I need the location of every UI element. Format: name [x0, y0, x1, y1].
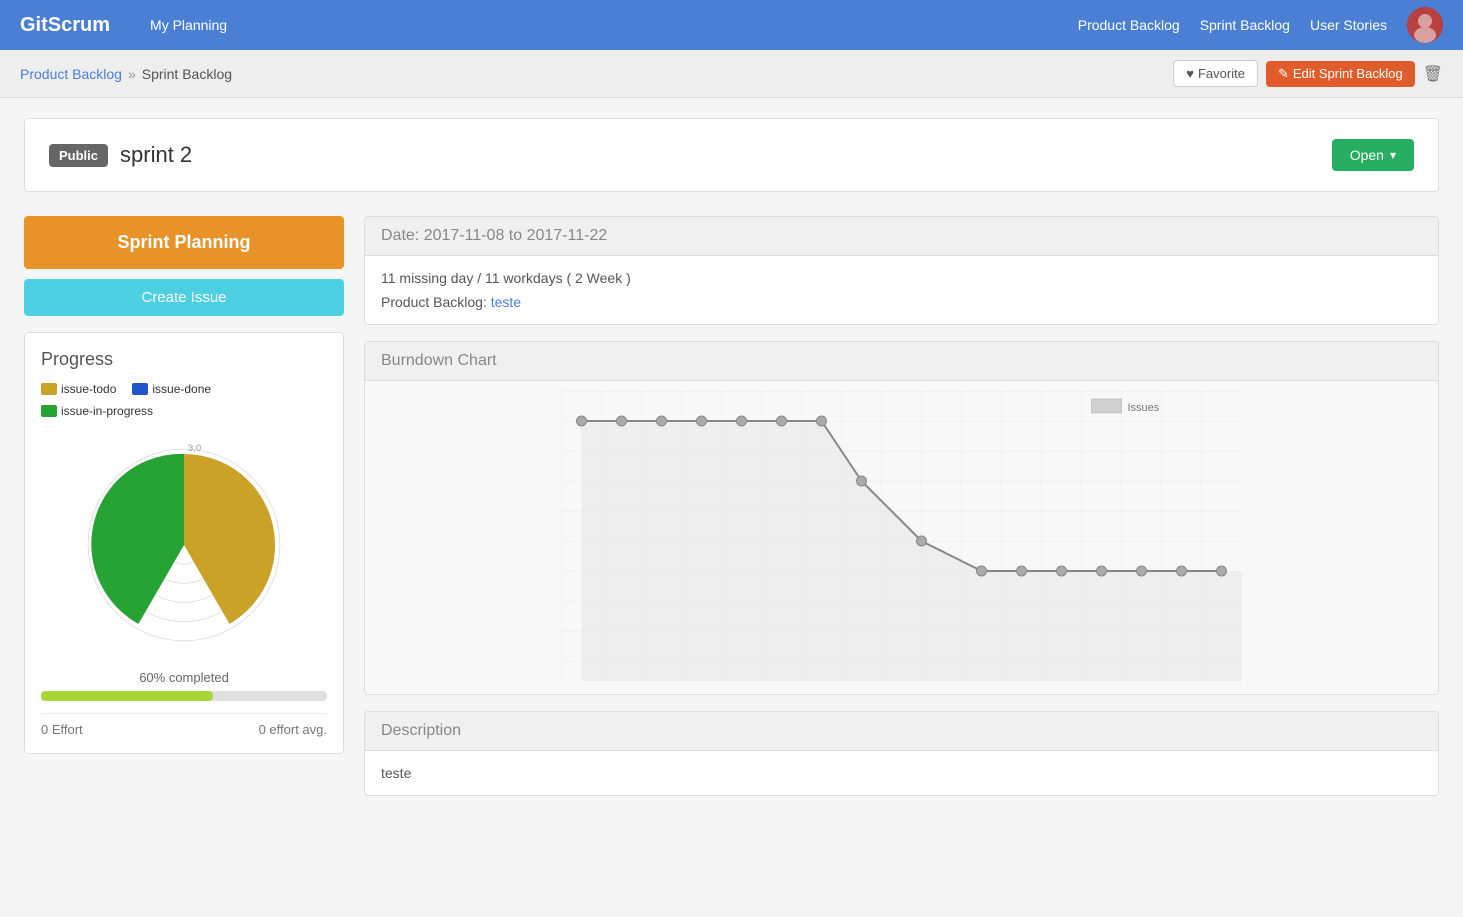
in-progress-color-dot [41, 405, 57, 417]
sprint-title: sprint 2 [120, 142, 192, 168]
open-label: Open [1350, 147, 1384, 163]
nav-product-backlog[interactable]: Product Backlog [1078, 17, 1180, 33]
description-body: teste [365, 751, 1438, 795]
nav-sprint-backlog[interactable]: Sprint Backlog [1200, 17, 1290, 33]
nav-my-planning[interactable]: My Planning [150, 17, 227, 33]
todo-color-dot [41, 383, 57, 395]
brand[interactable]: GitScrum [20, 14, 110, 37]
sprint-header-card: Public sprint 2 Open ▾ [24, 118, 1439, 192]
date-card-header: Date: 2017-11-08 to 2017-11-22 [365, 217, 1438, 256]
breadcrumb-bar: Product Backlog » Sprint Backlog ♥ Favor… [0, 50, 1463, 98]
effort-avg-label: 0 effort avg. [259, 722, 327, 737]
date-text: Date: 2017-11-08 to 2017-11-22 [381, 227, 607, 244]
backlog-label: Product Backlog: [381, 294, 487, 310]
backlog-row: Product Backlog: teste [381, 294, 1422, 310]
workdays-text: 11 missing day / 11 workdays ( 2 Week ) [381, 270, 1422, 286]
svg-text:Issues: Issues [1128, 402, 1160, 414]
pencil-icon: ✎ [1278, 66, 1289, 82]
progress-completed-text: 60% completed [41, 670, 327, 685]
legend-item-in-progress: issue-in-progress [41, 404, 153, 418]
legend-item-todo: issue-todo [41, 382, 116, 396]
delete-button[interactable]: 🗑 [1423, 64, 1443, 84]
chevron-down-icon: ▾ [1390, 148, 1396, 162]
effort-row: 0 Effort 0 effort avg. [41, 713, 327, 737]
done-color-dot [132, 383, 148, 395]
navbar-left: GitScrum My Planning [20, 14, 227, 37]
description-header: Description [365, 712, 1438, 751]
effort-label: 0 Effort [41, 722, 83, 737]
open-button[interactable]: Open ▾ [1332, 139, 1414, 171]
edit-sprint-button[interactable]: ✎ Edit Sprint Backlog [1266, 61, 1415, 87]
favorite-button[interactable]: ♥ Favorite [1173, 60, 1258, 87]
navbar-right: Product Backlog Sprint Backlog User Stor… [1078, 7, 1443, 43]
create-issue-button[interactable]: Create Issue [24, 279, 344, 316]
description-card: Description teste [364, 711, 1439, 796]
date-card-body: 11 missing day / 11 workdays ( 2 Week ) … [365, 256, 1438, 324]
progress-bar-container [41, 691, 327, 701]
breadcrumb-actions: ♥ Favorite ✎ Edit Sprint Backlog 🗑 [1173, 60, 1443, 87]
breadcrumb: Product Backlog » Sprint Backlog [20, 66, 232, 82]
pie-chart-area: 3.0 2 2 1 [41, 430, 327, 660]
breadcrumb-separator: » [128, 66, 136, 82]
legend-todo-label: issue-todo [61, 382, 116, 396]
sprint-header-left: Public sprint 2 [49, 142, 192, 168]
navbar: GitScrum My Planning Product Backlog Spr… [0, 0, 1463, 50]
two-col-layout: Sprint Planning Create Issue Progress is… [24, 216, 1439, 812]
legend-done-label: issue-done [152, 382, 211, 396]
burndown-chart-svg: Issues [375, 391, 1428, 681]
avatar-image [1407, 7, 1443, 43]
backlog-link[interactable]: teste [491, 294, 521, 310]
pie-chart: 3.0 2 2 1 [69, 430, 299, 660]
nav-user-stories[interactable]: User Stories [1310, 17, 1387, 33]
public-badge: Public [49, 144, 108, 167]
progress-bar-fill [41, 691, 213, 701]
date-card: Date: 2017-11-08 to 2017-11-22 11 missin… [364, 216, 1439, 325]
sprint-planning-button[interactable]: Sprint Planning [24, 216, 344, 269]
progress-card: Progress issue-todo issue-done issue-in-… [24, 332, 344, 754]
avatar[interactable] [1407, 7, 1443, 43]
favorite-label: Favorite [1198, 66, 1245, 81]
progress-title: Progress [41, 349, 327, 370]
progress-legend: issue-todo issue-done issue-in-progress [41, 382, 327, 418]
breadcrumb-current: Sprint Backlog [142, 66, 232, 82]
legend-in-progress-label: issue-in-progress [61, 404, 153, 418]
heart-icon: ♥ [1186, 66, 1194, 81]
edit-sprint-label: Edit Sprint Backlog [1293, 66, 1403, 81]
burndown-card: Burndown Chart Issues [364, 341, 1439, 695]
trash-icon: 🗑 [1423, 66, 1443, 83]
svg-text:3.0: 3.0 [188, 443, 201, 454]
main-content: Public sprint 2 Open ▾ Sprint Planning C… [0, 98, 1463, 832]
burndown-body: Issues [365, 381, 1438, 694]
left-column: Sprint Planning Create Issue Progress is… [24, 216, 344, 754]
burndown-header: Burndown Chart [365, 342, 1438, 381]
right-column: Date: 2017-11-08 to 2017-11-22 11 missin… [364, 216, 1439, 812]
legend-item-done: issue-done [132, 382, 211, 396]
breadcrumb-product-backlog-link[interactable]: Product Backlog [20, 66, 122, 82]
